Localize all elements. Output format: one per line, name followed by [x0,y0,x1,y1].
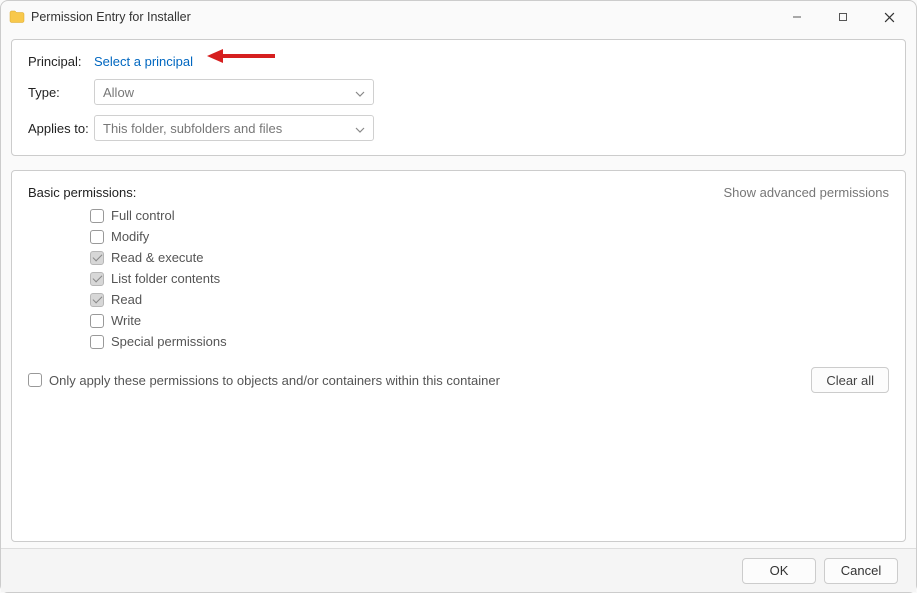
clear-all-button[interactable]: Clear all [811,367,889,393]
select-principal-link[interactable]: Select a principal [94,54,193,69]
only-apply-label: Only apply these permissions to objects … [49,373,500,388]
permission-special[interactable]: Special permissions [90,334,889,349]
permission-write[interactable]: Write [90,313,889,328]
principal-label: Principal: [28,54,94,69]
maximize-button[interactable] [820,3,866,31]
type-value: Allow [103,85,134,100]
applies-label: Applies to: [28,121,94,136]
permission-label: Modify [111,229,149,244]
window-controls [774,3,912,31]
permission-label: Read & execute [111,250,204,265]
type-label: Type: [28,85,94,100]
window-title: Permission Entry for Installer [31,10,191,24]
permissions-header: Basic permissions: Show advanced permiss… [28,185,889,200]
dialog-footer: OK Cancel [1,548,916,592]
permissions-panel: Basic permissions: Show advanced permiss… [11,170,906,542]
checkbox-icon[interactable] [90,230,104,244]
permissions-list: Full control Modify Read & execute List … [90,208,889,349]
principal-row: Principal: Select a principal [28,54,889,69]
close-button[interactable] [866,3,912,31]
checkbox-checked-icon[interactable] [90,251,104,265]
permissions-bottom-row: Only apply these permissions to objects … [28,367,889,393]
type-row: Type: Allow [28,79,889,105]
principal-panel: Principal: Select a principal Type: Allo… [11,39,906,156]
chevron-down-icon [355,85,365,100]
ok-button[interactable]: OK [742,558,816,584]
content-area: Principal: Select a principal Type: Allo… [1,33,916,548]
checkbox-icon[interactable] [28,373,42,387]
minimize-button[interactable] [774,3,820,31]
permission-label: Read [111,292,142,307]
permission-label: Write [111,313,141,328]
permission-entry-window: Permission Entry for Installer Principal… [0,0,917,593]
only-apply-checkbox-row[interactable]: Only apply these permissions to objects … [28,373,500,388]
folder-icon [9,9,25,25]
permission-full-control[interactable]: Full control [90,208,889,223]
permission-label: Full control [111,208,175,223]
checkbox-icon[interactable] [90,209,104,223]
type-select[interactable]: Allow [94,79,374,105]
basic-permissions-label: Basic permissions: [28,185,136,200]
show-advanced-link[interactable]: Show advanced permissions [724,185,889,200]
permission-label: List folder contents [111,271,220,286]
titlebar: Permission Entry for Installer [1,1,916,33]
chevron-down-icon [355,121,365,136]
applies-row: Applies to: This folder, subfolders and … [28,115,889,141]
permission-label: Special permissions [111,334,227,349]
cancel-button[interactable]: Cancel [824,558,898,584]
permission-modify[interactable]: Modify [90,229,889,244]
permission-list-folder[interactable]: List folder contents [90,271,889,286]
permission-read[interactable]: Read [90,292,889,307]
checkbox-icon[interactable] [90,314,104,328]
checkbox-checked-icon[interactable] [90,293,104,307]
applies-select[interactable]: This folder, subfolders and files [94,115,374,141]
permission-read-execute[interactable]: Read & execute [90,250,889,265]
checkbox-checked-icon[interactable] [90,272,104,286]
applies-value: This folder, subfolders and files [103,121,282,136]
checkbox-icon[interactable] [90,335,104,349]
